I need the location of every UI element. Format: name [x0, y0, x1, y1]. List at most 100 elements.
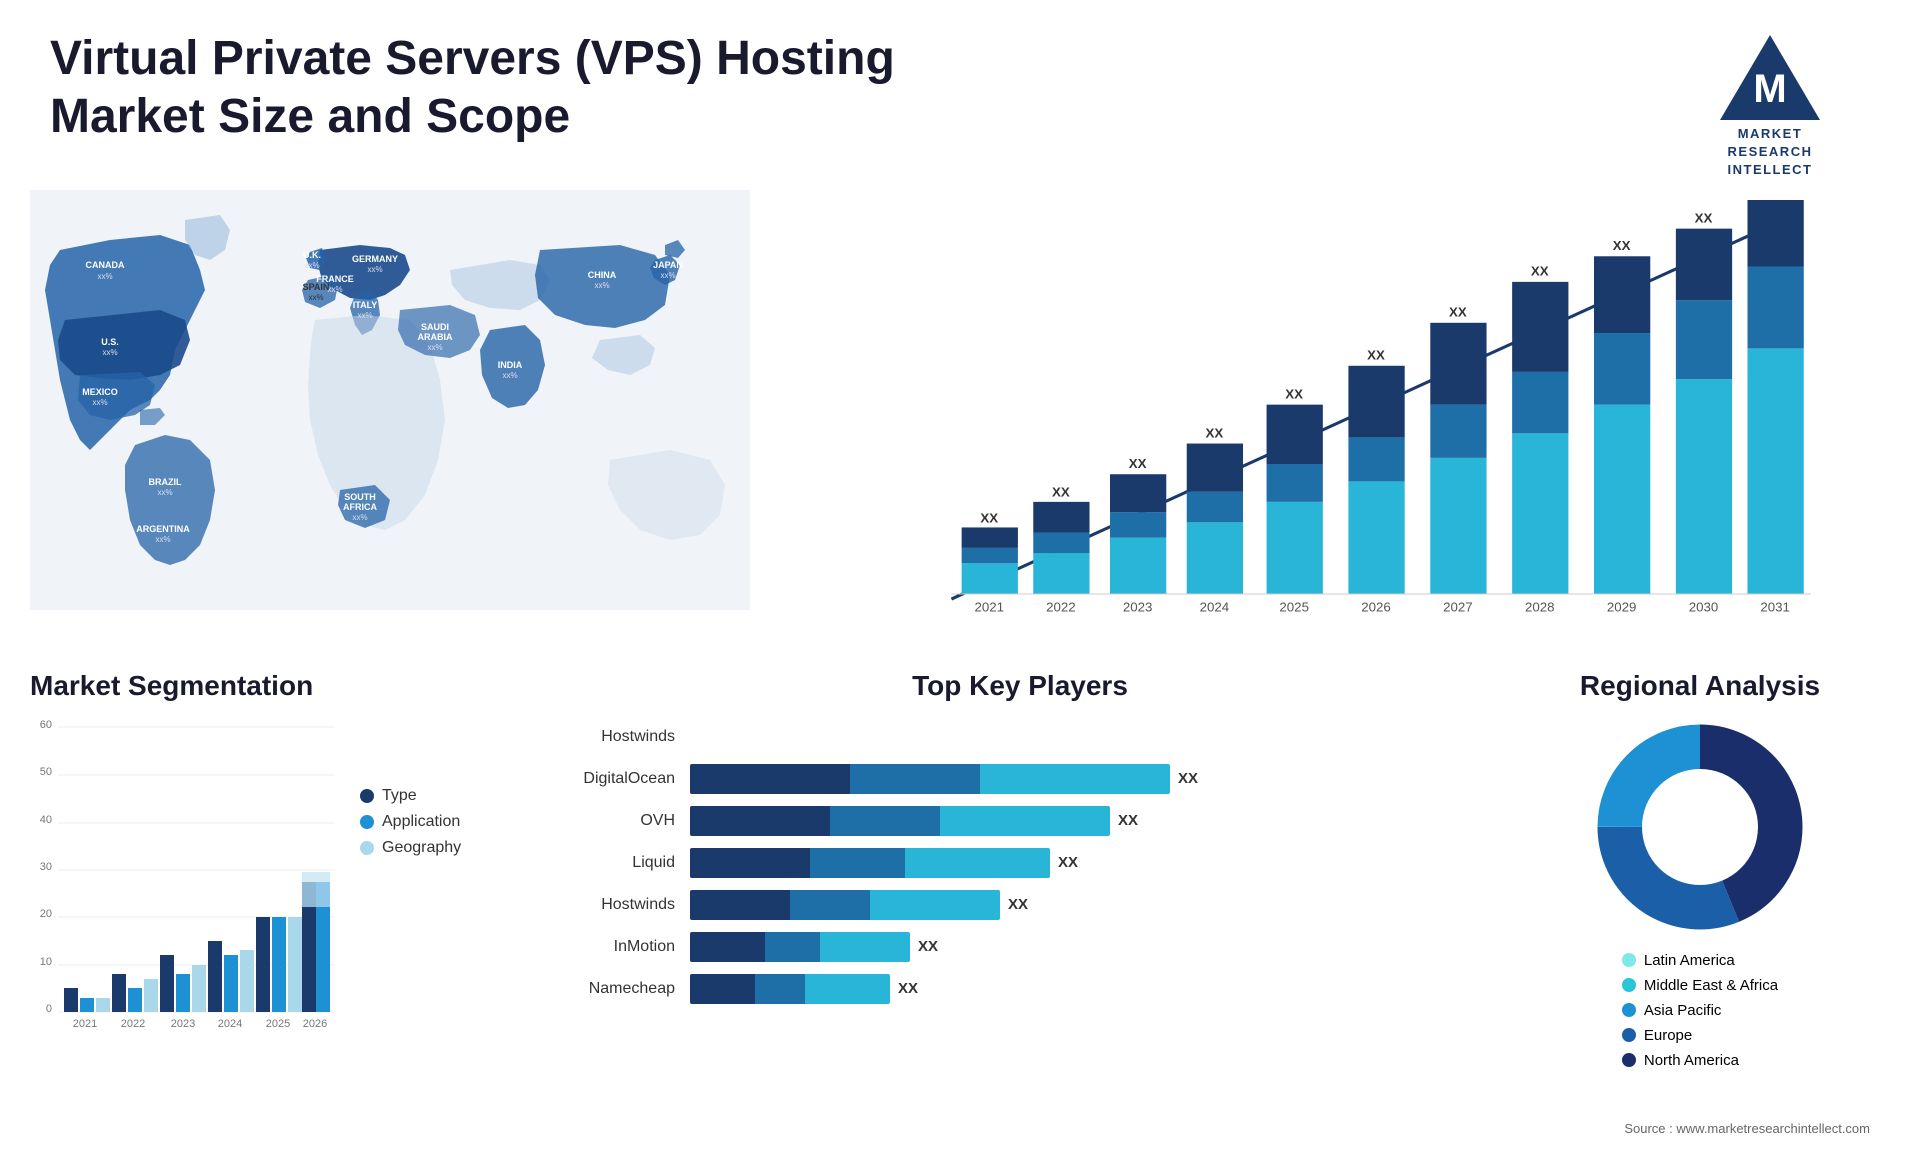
svg-text:JAPAN: JAPAN: [653, 260, 683, 270]
player-row-hostwinds1: Hostwinds: [560, 722, 1480, 752]
regional-title: Regional Analysis: [1510, 670, 1890, 702]
svg-text:CHINA: CHINA: [588, 270, 617, 280]
legend-label: Asia Pacific: [1644, 1002, 1722, 1019]
page-title: Virtual Private Servers (VPS) Hosting Ma…: [50, 30, 950, 145]
player-row-digitalocean: DigitalOcean XX: [560, 764, 1480, 794]
svg-text:CANADA: CANADA: [86, 260, 125, 270]
source-text: Source : www.marketresearchintellect.com: [1624, 1121, 1870, 1136]
svg-text:xx%: xx%: [155, 535, 170, 544]
svg-text:2029: 2029: [1607, 599, 1637, 614]
svg-text:MEXICO: MEXICO: [82, 387, 118, 397]
legend-label: Middle East & Africa: [1644, 977, 1778, 994]
donut-container: Latin America Middle East & Africa Asia …: [1510, 717, 1890, 1077]
svg-text:xx%: xx%: [427, 343, 442, 352]
player-row-hostwinds2: Hostwinds XX: [560, 890, 1480, 920]
player-row-liquid: Liquid XX: [560, 848, 1480, 878]
legend-dot: [1622, 978, 1636, 992]
player-name: DigitalOcean: [560, 770, 690, 788]
bar-chart-section: XX XX XX XX XX: [750, 190, 1890, 650]
svg-text:xx%: xx%: [97, 272, 112, 281]
svg-text:XX: XX: [1052, 484, 1070, 499]
player-xx: XX: [1058, 854, 1078, 871]
svg-text:xx%: xx%: [157, 488, 172, 497]
player-xx: XX: [918, 938, 938, 955]
legend-dot: [1622, 953, 1636, 967]
svg-text:XX: XX: [1205, 425, 1223, 440]
legend-dot: [1622, 1053, 1636, 1067]
seg-legend-type: Type: [360, 787, 461, 805]
svg-text:INDIA: INDIA: [498, 360, 523, 370]
svg-text:xx%: xx%: [502, 371, 517, 380]
app-dot: [360, 815, 374, 829]
player-row-namecheap: Namecheap XX: [560, 974, 1480, 1004]
svg-text:ITALY: ITALY: [353, 300, 378, 310]
svg-text:XX: XX: [1695, 210, 1713, 225]
svg-text:SPAIN: SPAIN: [303, 282, 330, 292]
legend-asia-pacific: Asia Pacific: [1622, 1002, 1778, 1019]
player-xx: XX: [1008, 896, 1028, 913]
player-xx: XX: [898, 980, 918, 997]
player-xx: XX: [1178, 770, 1198, 787]
seg-legend-geo: Geography: [360, 839, 461, 857]
svg-text:xx%: xx%: [660, 271, 675, 280]
player-bar-container: XX: [690, 848, 1480, 878]
player-name: Liquid: [560, 854, 690, 872]
svg-text:2028: 2028: [1525, 599, 1555, 614]
regional-section: Regional Analysis Latin America: [1510, 670, 1890, 1140]
svg-text:2021: 2021: [974, 599, 1004, 614]
player-name: Hostwinds: [560, 728, 690, 746]
player-row-ovh: OVH XX: [560, 806, 1480, 836]
svg-text:ARABIA: ARABIA: [418, 332, 453, 342]
svg-text:GERMANY: GERMANY: [352, 254, 398, 264]
player-name: Hostwinds: [560, 896, 690, 914]
player-bar-container: XX: [690, 764, 1480, 794]
svg-text:2022: 2022: [1046, 599, 1076, 614]
svg-text:xx%: xx%: [327, 285, 342, 294]
regional-legend: Latin America Middle East & Africa Asia …: [1622, 952, 1778, 1077]
svg-text:XX: XX: [1531, 263, 1549, 278]
svg-text:XX: XX: [1285, 386, 1303, 401]
player-bar-container: XX: [690, 890, 1480, 920]
seg-legend-app: Application: [360, 813, 461, 831]
svg-text:U.K.: U.K.: [303, 250, 321, 260]
svg-text:0: 0: [46, 1003, 52, 1015]
player-name: Namecheap: [560, 980, 690, 998]
svg-text:2025: 2025: [1279, 599, 1309, 614]
donut-chart: [1590, 717, 1810, 937]
legend-dot: [1622, 1028, 1636, 1042]
svg-text:SAUDI: SAUDI: [421, 322, 449, 332]
svg-text:2027: 2027: [1443, 599, 1473, 614]
svg-text:xx%: xx%: [92, 398, 107, 407]
seg-geo-label: Geography: [382, 839, 461, 857]
segmentation-title: Market Segmentation: [30, 670, 530, 702]
player-bar-container: XX: [690, 974, 1480, 1004]
type-dot: [360, 789, 374, 803]
player-bar-container: XX: [690, 806, 1480, 836]
svg-text:XX: XX: [1449, 304, 1467, 319]
svg-text:2023: 2023: [1123, 599, 1153, 614]
svg-text:xx%: xx%: [352, 513, 367, 522]
player-name: OVH: [560, 812, 690, 830]
svg-text:2023: 2023: [171, 1018, 195, 1030]
svg-text:2025: 2025: [266, 1018, 290, 1030]
svg-text:XX: XX: [1129, 456, 1147, 471]
svg-text:xx%: xx%: [357, 311, 372, 320]
legend-label: Europe: [1644, 1027, 1692, 1044]
legend-mea: Middle East & Africa: [1622, 977, 1778, 994]
svg-text:2024: 2024: [1200, 599, 1230, 614]
svg-text:10: 10: [40, 956, 52, 968]
svg-text:2030: 2030: [1689, 599, 1719, 614]
players-title: Top Key Players: [560, 670, 1480, 702]
world-map-section: CANADA xx% U.S. xx% MEXICO xx% BRAZIL xx…: [30, 190, 750, 650]
logo-text: MARKET RESEARCH INTELLECT: [1728, 125, 1813, 180]
legend-europe: Europe: [1622, 1027, 1778, 1044]
svg-text:40: 40: [40, 814, 52, 826]
legend-dot: [1622, 1003, 1636, 1017]
svg-text:BRAZIL: BRAZIL: [149, 477, 182, 487]
svg-text:2026: 2026: [1361, 599, 1391, 614]
svg-text:U.S.: U.S.: [101, 337, 119, 347]
legend-label: North America: [1644, 1052, 1739, 1069]
geo-dot: [360, 841, 374, 855]
seg-legend: Type Application Geography: [360, 727, 461, 1097]
svg-text:XX: XX: [1367, 347, 1385, 362]
